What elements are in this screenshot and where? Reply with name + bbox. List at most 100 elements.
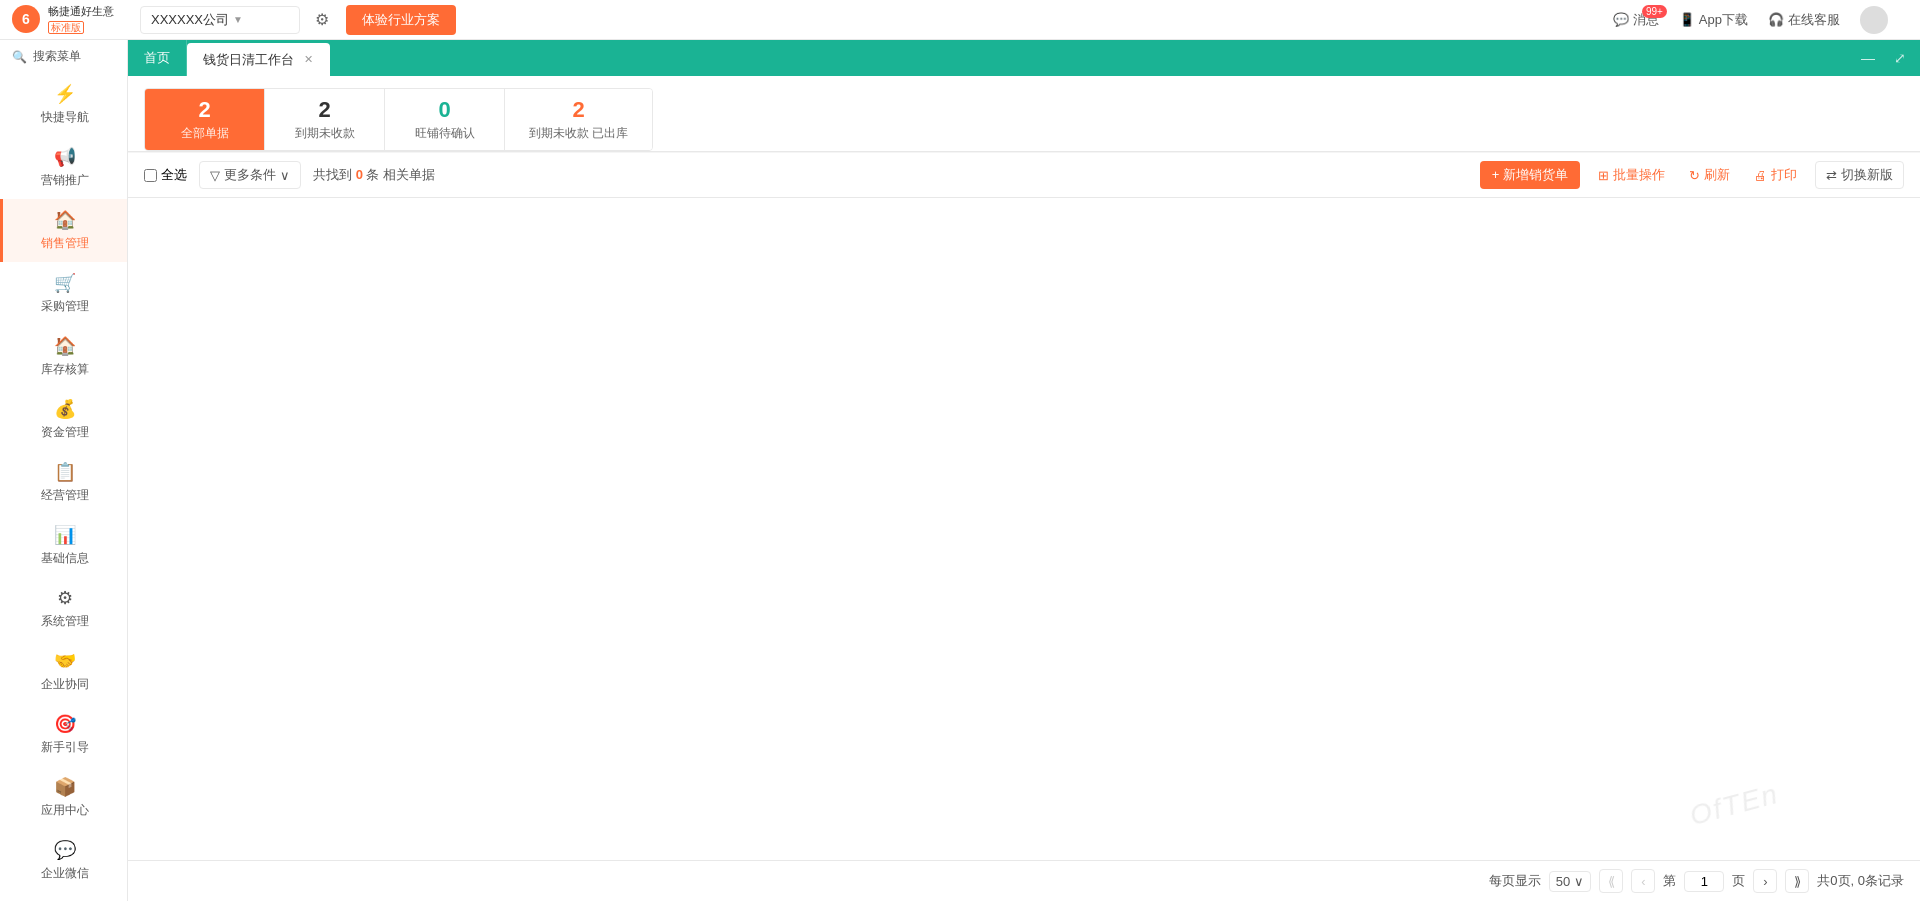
sidebar-item-purchase[interactable]: 🛒 采购管理 [0,262,127,325]
select-all-label: 全选 [161,166,187,184]
guide-icon: 🎯 [54,713,76,735]
brand-tag: 标准版 [48,21,84,34]
sidebar-item-label: 库存核算 [41,361,89,378]
total-text: 共0页, 0条记录 [1817,872,1904,890]
sidebar-item-guide[interactable]: 🎯 新手引导 [0,703,127,766]
tab-home[interactable]: 首页 [128,40,187,76]
tab-expand-button[interactable]: ⤢ [1888,46,1912,70]
online-support-button[interactable]: 🎧 在线客服 [1768,11,1840,29]
sidebar-item-label: 营销推广 [41,172,89,189]
tab-minimize-button[interactable]: — [1856,46,1880,70]
page-size-value: 50 [1556,874,1570,889]
sidebar-item-label: 销售管理 [41,235,89,252]
page-prev-button[interactable]: ‹ [1631,869,1655,893]
sidebar-item-cooperation[interactable]: 🤝 企业协同 [0,640,127,703]
experience-button[interactable]: 体验行业方案 [346,5,456,35]
page-first-button[interactable]: ⟪ [1599,869,1623,893]
inventory-icon: 🏠 [54,335,76,357]
batch-operations-button[interactable]: ⊞ 批量操作 [1592,162,1671,188]
sidebar-item-label: 基础信息 [41,550,89,567]
filter-label: 更多条件 [224,166,276,184]
avatar[interactable] [1860,6,1888,34]
sidebar-search[interactable]: 🔍 搜索菜单 [0,40,127,73]
tab-right-controls: — ⤢ [1856,40,1920,76]
sidebar-item-label: 企业微信 [41,865,89,882]
brand-text: 畅捷通好生意 标准版 [48,4,114,34]
wecom-icon: 💬 [54,839,76,861]
stat-pending-label: 旺铺待确认 [415,125,475,142]
main-layout: 🔍 搜索菜单 ⚡ 快捷导航 📢 营销推广 🏠 销售管理 🛒 采购管理 🏠 库存核… [0,40,1920,901]
page-last-button[interactable]: ⟫ [1785,869,1809,893]
settings-button[interactable]: ⚙ [308,6,336,34]
cooperation-icon: 🤝 [54,650,76,672]
page-content: 2 全部单据 2 到期未收款 0 旺铺待确认 2 到期未收款 已出库 [128,76,1920,901]
messages-button[interactable]: 💬 消息 99+ [1613,11,1659,29]
stat-pending-num: 0 [438,97,450,123]
sidebar-item-marketing[interactable]: 📢 营销推广 [0,136,127,199]
select-all-input[interactable] [144,169,157,182]
stat-tab-all[interactable]: 2 全部单据 [145,89,265,150]
sidebar-item-label: 采购管理 [41,298,89,315]
stat-tab-pending[interactable]: 0 旺铺待确认 [385,89,505,150]
sidebar-item-operations[interactable]: 📋 经营管理 [0,451,127,514]
stat-overdue-num: 2 [318,97,330,123]
support-icon: 🎧 [1768,12,1784,27]
sidebar-item-label: 资金管理 [41,424,89,441]
toolbar: 全选 ▽ 更多条件 ∨ 共找到 0 条 相关单据 + 新增销货单 ⊞ 批量操 [128,153,1920,198]
page-next-button[interactable]: › [1753,869,1777,893]
chevron-down-icon: ▼ [233,14,243,25]
page-size-select[interactable]: 50 ∨ [1549,871,1591,892]
filter-icon: ▽ [210,168,220,183]
page-size-chevron-icon: ∨ [1574,874,1584,889]
stat-overdue-out-label: 到期未收款 已出库 [529,125,628,142]
page-number-input[interactable] [1684,871,1724,892]
sidebar-item-wecom[interactable]: 💬 企业微信 [0,829,127,892]
app-logo-icon: 6 [12,5,40,33]
sidebar-item-system[interactable]: ⚙ 系统管理 [0,577,127,640]
sidebar-item-app-center[interactable]: 📦 应用中心 [0,766,127,829]
logo-area: 6 畅捷通好生意 标准版 [12,4,140,34]
found-text: 共找到 0 条 相关单据 [313,166,435,184]
switch-version-button[interactable]: ⇄ 切换新版 [1815,161,1904,189]
print-icon: 🖨 [1754,168,1767,183]
sidebar-search-label: 搜索菜单 [33,48,81,65]
filter-button[interactable]: ▽ 更多条件 ∨ [199,161,301,189]
stats-tabs-container: 2 全部单据 2 到期未收款 0 旺铺待确认 2 到期未收款 已出库 [128,76,1920,152]
content-area: 首页 钱货日清工作台 ✕ — ⤢ 2 全部单据 [128,40,1920,901]
batch-icon: ⊞ [1598,168,1609,183]
tab-home-label: 首页 [144,49,170,67]
tab-close-icon[interactable]: ✕ [304,53,313,66]
marketing-icon: 📢 [54,146,76,168]
sidebar-item-inventory[interactable]: 🏠 库存核算 [0,325,127,388]
sidebar-item-sales[interactable]: 🏠 销售管理 [0,199,127,262]
switch-label: 切换新版 [1841,166,1893,184]
stat-tab-overdue[interactable]: 2 到期未收款 [265,89,385,150]
print-button[interactable]: 🖨 打印 [1748,162,1803,188]
add-sales-order-button[interactable]: + 新增销货单 [1480,161,1580,189]
stat-tab-overdue-out[interactable]: 2 到期未收款 已出库 [505,89,652,150]
sales-icon: 🏠 [54,209,76,231]
sidebar-item-label: 系统管理 [41,613,89,630]
per-page-label: 每页显示 [1489,872,1541,890]
found-suffix: 条 相关单据 [366,167,435,182]
company-name: XXXXXX公司 [151,11,229,29]
sidebar-item-basic-info[interactable]: 📊 基础信息 [0,514,127,577]
company-selector[interactable]: XXXXXX公司 ▼ [140,6,300,34]
sidebar-item-member[interactable]: V 畅会员 [0,892,127,901]
pagination-bar: 每页显示 50 ∨ ⟪ ‹ 第 页 › ⟫ 共0页, 0条记录 [128,860,1920,901]
purchase-icon: 🛒 [54,272,76,294]
found-count: 0 [356,167,363,182]
filter-chevron-icon: ∨ [280,168,290,183]
app-download-button[interactable]: 📱 App下载 [1679,11,1748,29]
sidebar-item-label: 快捷导航 [41,109,89,126]
stat-overdue-label: 到期未收款 [295,125,355,142]
header-right: 💬 消息 99+ 📱 App下载 🎧 在线客服 [1613,6,1908,34]
refresh-button[interactable]: ↻ 刷新 [1683,162,1736,188]
sidebar-item-finance[interactable]: 💰 资金管理 [0,388,127,451]
table-area [128,198,1920,860]
print-label: 打印 [1771,166,1797,184]
basic-info-icon: 📊 [54,524,76,546]
tab-work[interactable]: 钱货日清工作台 ✕ [187,43,330,76]
sidebar-item-quick-nav[interactable]: ⚡ 快捷导航 [0,73,127,136]
select-all-checkbox[interactable]: 全选 [144,166,187,184]
